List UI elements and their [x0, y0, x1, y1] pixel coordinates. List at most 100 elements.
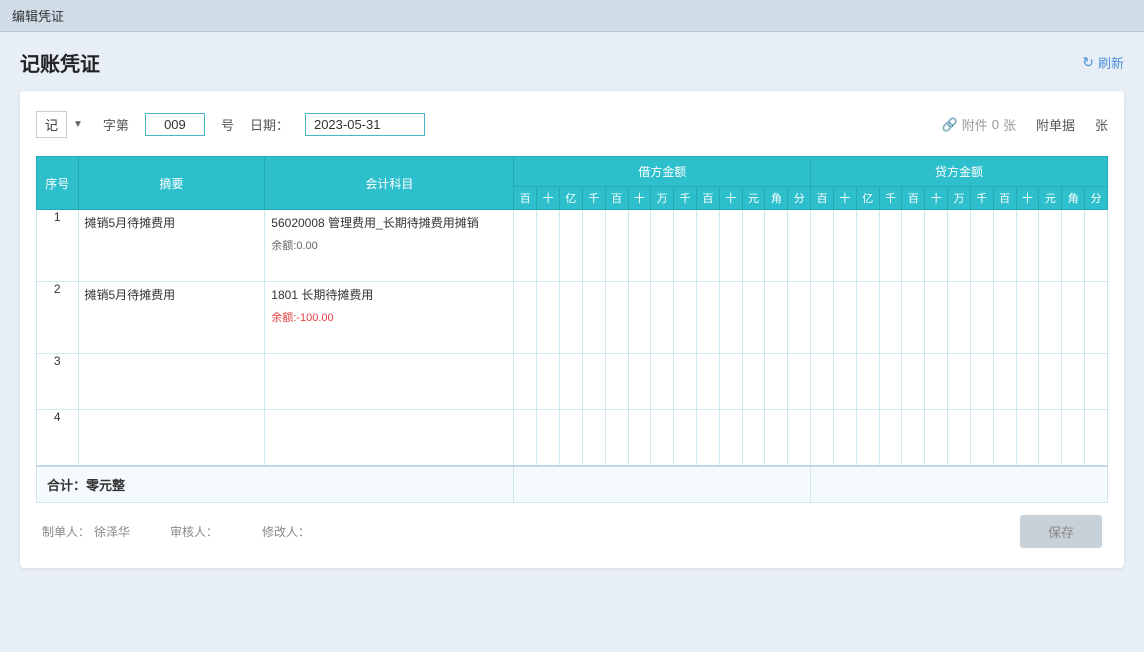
- row-3-credit-1[interactable]: [811, 354, 834, 410]
- row-2-debit-10[interactable]: [719, 282, 742, 354]
- row-2-summary[interactable]: 摊销5月待摊费用: [78, 282, 265, 354]
- row-4-credit-12[interactable]: [1062, 410, 1085, 466]
- row-2-credit-1[interactable]: [811, 282, 834, 354]
- row-4-credit-7[interactable]: [948, 410, 971, 466]
- row-2-credit-3[interactable]: [856, 282, 879, 354]
- row-4-credit-8[interactable]: [970, 410, 993, 466]
- row-4-debit-4[interactable]: [582, 410, 605, 466]
- row-1-account[interactable]: 56020008 管理费用_长期待摊费用摊销 余额:0.00: [265, 210, 514, 282]
- row-1-debit-13[interactable]: [788, 210, 811, 282]
- attachment-link[interactable]: 🔗 附件 0 张: [942, 115, 1016, 134]
- row-4-credit-11[interactable]: [1039, 410, 1062, 466]
- row-4-debit-3[interactable]: [560, 410, 583, 466]
- row-1-credit-11[interactable]: [1039, 210, 1062, 282]
- row-1-credit-8[interactable]: [970, 210, 993, 282]
- save-button[interactable]: 保存: [1020, 515, 1102, 548]
- row-1-credit-3[interactable]: [856, 210, 879, 282]
- row-1-credit-5[interactable]: [902, 210, 925, 282]
- row-1-debit-4[interactable]: [582, 210, 605, 282]
- row-2-credit-4[interactable]: [879, 282, 902, 354]
- row-1-credit-2[interactable]: [833, 210, 856, 282]
- row-3-credit-2[interactable]: [833, 354, 856, 410]
- row-2-debit-5[interactable]: [605, 282, 628, 354]
- date-input[interactable]: [305, 113, 425, 136]
- row-3-credit-6[interactable]: [925, 354, 948, 410]
- row-3-credit-8[interactable]: [970, 354, 993, 410]
- row-2-credit-9[interactable]: [993, 282, 1016, 354]
- row-4-credit-5[interactable]: [902, 410, 925, 466]
- row-1-credit-4[interactable]: [879, 210, 902, 282]
- row-2-credit-2[interactable]: [833, 282, 856, 354]
- row-2-debit-7[interactable]: [651, 282, 674, 354]
- row-4-credit-1[interactable]: [811, 410, 834, 466]
- row-2-debit-3[interactable]: [560, 282, 583, 354]
- row-4-debit-11[interactable]: [742, 410, 765, 466]
- row-1-credit-13[interactable]: [1085, 210, 1108, 282]
- row-1-summary[interactable]: 摊销5月待摊费用: [78, 210, 265, 282]
- row-1-debit-1[interactable]: [514, 210, 537, 282]
- row-3-debit-8[interactable]: [674, 354, 697, 410]
- row-3-summary[interactable]: [78, 354, 265, 410]
- row-3-credit-9[interactable]: [993, 354, 1016, 410]
- row-2-debit-2[interactable]: [537, 282, 560, 354]
- row-4-credit-9[interactable]: [993, 410, 1016, 466]
- row-3-account[interactable]: [265, 354, 514, 410]
- row-1-debit-2[interactable]: [537, 210, 560, 282]
- row-4-credit-3[interactable]: [856, 410, 879, 466]
- row-3-debit-9[interactable]: [696, 354, 719, 410]
- row-4-credit-13[interactable]: [1085, 410, 1108, 466]
- row-2-credit-7[interactable]: [948, 282, 971, 354]
- row-4-debit-6[interactable]: [628, 410, 651, 466]
- row-3-debit-2[interactable]: [537, 354, 560, 410]
- row-1-debit-11[interactable]: [742, 210, 765, 282]
- row-3-debit-1[interactable]: [514, 354, 537, 410]
- row-3-credit-13[interactable]: [1085, 354, 1108, 410]
- dropdown-arrow-icon[interactable]: ▼: [69, 116, 87, 133]
- row-2-debit-1[interactable]: [514, 282, 537, 354]
- row-1-debit-7[interactable]: [651, 210, 674, 282]
- row-4-credit-4[interactable]: [879, 410, 902, 466]
- row-4-debit-9[interactable]: [696, 410, 719, 466]
- row-1-debit-10[interactable]: [719, 210, 742, 282]
- row-2-credit-13[interactable]: [1085, 282, 1108, 354]
- row-1-credit-7[interactable]: [948, 210, 971, 282]
- row-4-debit-13[interactable]: [788, 410, 811, 466]
- row-2-debit-13[interactable]: [788, 282, 811, 354]
- voucher-prefix[interactable]: 记: [36, 111, 67, 138]
- row-2-debit-8[interactable]: [674, 282, 697, 354]
- row-4-debit-8[interactable]: [674, 410, 697, 466]
- row-1-debit-8[interactable]: [674, 210, 697, 282]
- row-1-credit-9[interactable]: [993, 210, 1016, 282]
- row-2-debit-4[interactable]: [582, 282, 605, 354]
- row-3-credit-11[interactable]: [1039, 354, 1062, 410]
- row-2-credit-12[interactable]: [1062, 282, 1085, 354]
- row-2-credit-5[interactable]: [902, 282, 925, 354]
- row-3-debit-3[interactable]: [560, 354, 583, 410]
- row-4-debit-5[interactable]: [605, 410, 628, 466]
- row-3-credit-5[interactable]: [902, 354, 925, 410]
- row-3-credit-4[interactable]: [879, 354, 902, 410]
- row-4-debit-12[interactable]: [765, 410, 788, 466]
- row-3-credit-12[interactable]: [1062, 354, 1085, 410]
- row-4-debit-2[interactable]: [537, 410, 560, 466]
- row-4-debit-10[interactable]: [719, 410, 742, 466]
- row-2-debit-6[interactable]: [628, 282, 651, 354]
- row-2-credit-8[interactable]: [970, 282, 993, 354]
- row-1-credit-6[interactable]: [925, 210, 948, 282]
- row-4-account[interactable]: [265, 410, 514, 466]
- row-2-debit-12[interactable]: [765, 282, 788, 354]
- row-2-credit-10[interactable]: [1016, 282, 1039, 354]
- row-3-debit-10[interactable]: [719, 354, 742, 410]
- row-4-debit-1[interactable]: [514, 410, 537, 466]
- row-1-debit-9[interactable]: [696, 210, 719, 282]
- row-3-debit-13[interactable]: [788, 354, 811, 410]
- row-4-credit-2[interactable]: [833, 410, 856, 466]
- row-2-debit-11[interactable]: [742, 282, 765, 354]
- row-2-credit-6[interactable]: [925, 282, 948, 354]
- row-3-credit-7[interactable]: [948, 354, 971, 410]
- row-3-debit-4[interactable]: [582, 354, 605, 410]
- refresh-button[interactable]: ↻ 刷新: [1082, 53, 1124, 72]
- row-1-credit-10[interactable]: [1016, 210, 1039, 282]
- row-3-debit-5[interactable]: [605, 354, 628, 410]
- row-3-debit-7[interactable]: [651, 354, 674, 410]
